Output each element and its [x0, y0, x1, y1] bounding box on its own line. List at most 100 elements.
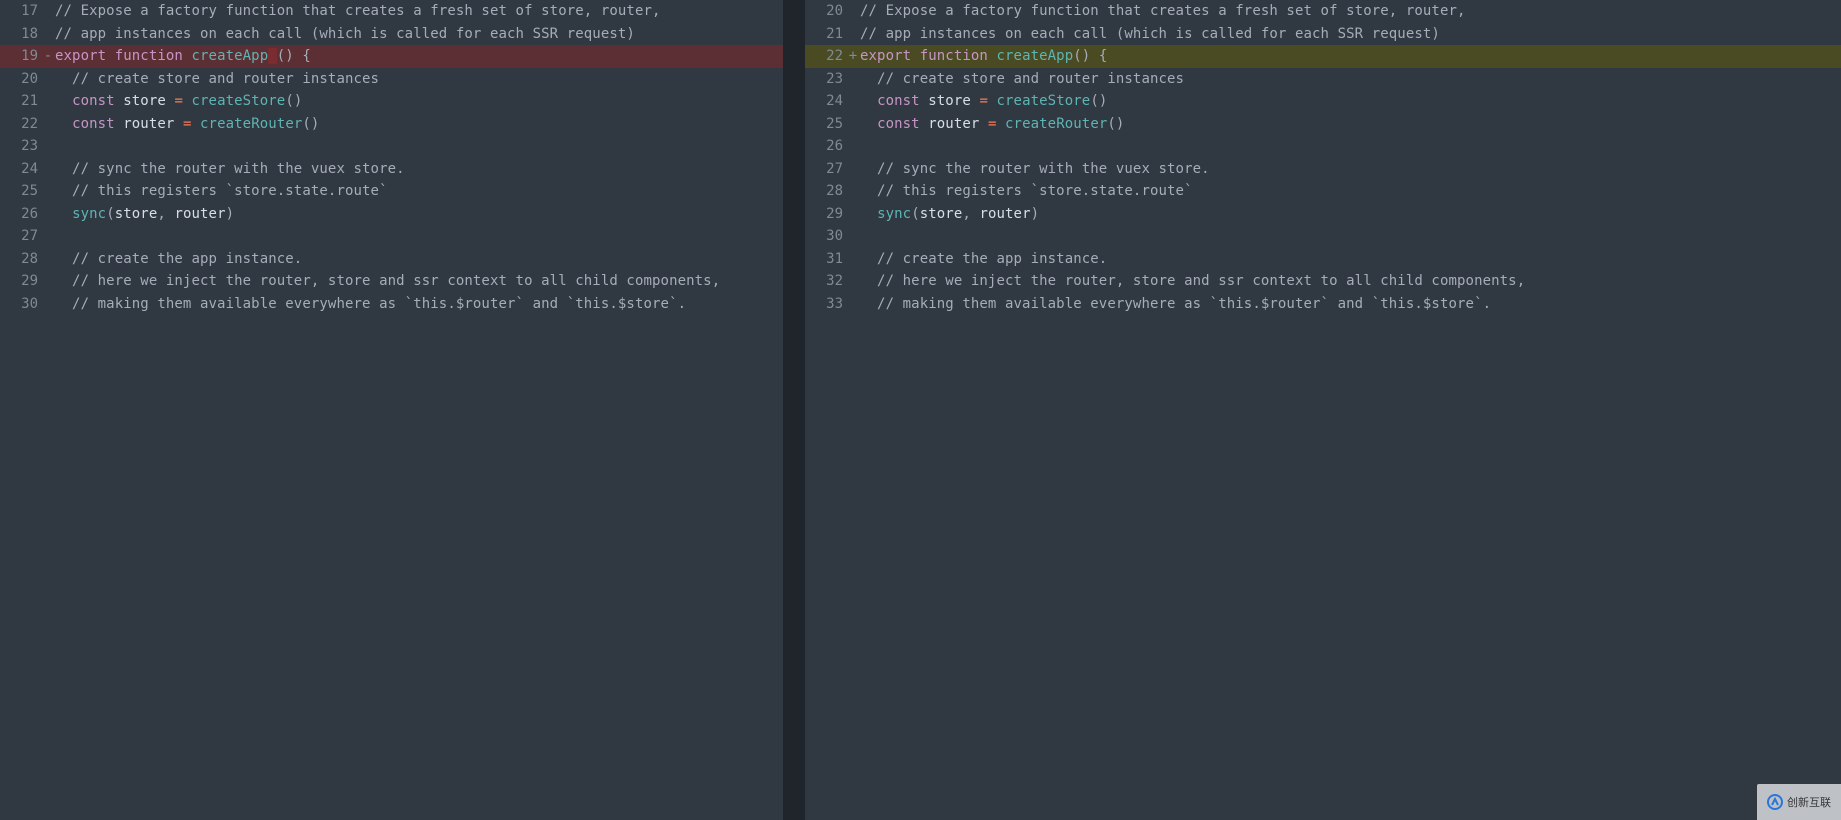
code-row[interactable]: 17 // Expose a factory function that crea… [0, 0, 783, 23]
code-row[interactable]: 26 sync(store, router) [0, 203, 783, 226]
diff-marker [43, 23, 53, 46]
diff-marker [43, 90, 53, 113]
diff-marker [848, 90, 858, 113]
diff-marker [848, 248, 858, 271]
code-row[interactable]: 23 [0, 135, 783, 158]
line-number: 22 [805, 45, 848, 68]
diff-marker [848, 158, 858, 181]
line-number: 25 [0, 180, 43, 203]
line-number: 32 [805, 270, 848, 293]
code-content: sync(store, router) [858, 203, 1841, 226]
diff-marker [43, 248, 53, 271]
diff-marker [43, 68, 53, 91]
code-row[interactable]: 25 // this registers `store.state.route` [0, 180, 783, 203]
code-content: // this registers `store.state.route` [858, 180, 1841, 203]
code-content: // sync the router with the vuex store. [53, 158, 783, 181]
code-row[interactable]: 21// app instances on each call (which i… [805, 23, 1841, 46]
code-content: // Expose a factory function that create… [858, 0, 1841, 23]
code-row[interactable]: 20 // create store and router instances [0, 68, 783, 91]
diff-marker [848, 225, 858, 248]
line-number: 33 [805, 293, 848, 316]
diff-view: 17 // Expose a factory function that crea… [0, 0, 1841, 820]
diff-marker [848, 293, 858, 316]
diff-marker [43, 158, 53, 181]
code-content: // create the app instance. [858, 248, 1841, 271]
code-row[interactable]: 31 // create the app instance. [805, 248, 1841, 271]
code-row[interactable]: 25 const router = createRouter() [805, 113, 1841, 136]
code-row[interactable]: 32 // here we inject the router, store a… [805, 270, 1841, 293]
diff-marker [848, 23, 858, 46]
code-row[interactable]: 33 // making them available everywhere a… [805, 293, 1841, 316]
code-content: // app instances on each call (which is … [858, 23, 1841, 46]
line-number: 19 [0, 45, 43, 68]
code-row[interactable]: 30 // making them available everywhere a… [0, 293, 783, 316]
code-row[interactable]: 23 // create store and router instances [805, 68, 1841, 91]
line-number: 26 [805, 135, 848, 158]
line-number: 27 [805, 158, 848, 181]
diff-pane-right[interactable]: 20 // Expose a factory function that crea… [805, 0, 1841, 820]
watermark-icon [1767, 794, 1783, 810]
code-row[interactable]: 29 // here we inject the router, store a… [0, 270, 783, 293]
line-number: 30 [805, 225, 848, 248]
code-row[interactable]: 27 [0, 225, 783, 248]
pane-divider[interactable] [783, 0, 805, 820]
code-row[interactable]: 19-export function createApp () { [0, 45, 783, 68]
diff-marker [43, 0, 53, 23]
code-content: // here we inject the router, store and … [53, 270, 783, 293]
line-number: 23 [805, 68, 848, 91]
code-content [53, 135, 783, 158]
code-content: // here we inject the router, store and … [858, 270, 1841, 293]
code-content [53, 225, 783, 248]
line-number: 17 [0, 0, 43, 23]
code-row[interactable]: 22 const router = createRouter() [0, 113, 783, 136]
diff-marker [43, 180, 53, 203]
line-number: 18 [0, 23, 43, 46]
code-row[interactable]: 24 const store = createStore() [805, 90, 1841, 113]
code-row[interactable]: 24 // sync the router with the vuex stor… [0, 158, 783, 181]
diff-marker [848, 68, 858, 91]
code-content: const router = createRouter() [858, 113, 1841, 136]
diff-marker [848, 113, 858, 136]
diff-marker [848, 135, 858, 158]
diff-marker [43, 203, 53, 226]
line-number: 20 [805, 0, 848, 23]
diff-marker [848, 203, 858, 226]
code-content: export function createApp () { [53, 45, 783, 68]
code-content [858, 225, 1841, 248]
line-number: 26 [0, 203, 43, 226]
diff-marker [43, 270, 53, 293]
code-row[interactable]: 29 sync(store, router) [805, 203, 1841, 226]
diff-marker [43, 113, 53, 136]
code-row[interactable]: 28 // this registers `store.state.route` [805, 180, 1841, 203]
diff-marker [848, 180, 858, 203]
code-row[interactable]: 26 [805, 135, 1841, 158]
code-content: const store = createStore() [53, 90, 783, 113]
code-content: // making them available everywhere as `… [858, 293, 1841, 316]
code-content: // sync the router with the vuex store. [858, 158, 1841, 181]
code-row[interactable]: 28 // create the app instance. [0, 248, 783, 271]
diff-pane-left[interactable]: 17 // Expose a factory function that crea… [0, 0, 783, 820]
diff-marker [43, 135, 53, 158]
code-content: sync(store, router) [53, 203, 783, 226]
code-row[interactable]: 27 // sync the router with the vuex stor… [805, 158, 1841, 181]
line-number: 29 [805, 203, 848, 226]
code-row[interactable]: 18 // app instances on each call (which i… [0, 23, 783, 46]
watermark-label: 创新互联 [1787, 794, 1831, 810]
code-row[interactable]: 20 // Expose a factory function that crea… [805, 0, 1841, 23]
code-content: // Expose a factory function that create… [53, 0, 783, 23]
line-number: 20 [0, 68, 43, 91]
line-number: 28 [805, 180, 848, 203]
code-row[interactable]: 30 [805, 225, 1841, 248]
line-number: 28 [0, 248, 43, 271]
line-number: 30 [0, 293, 43, 316]
code-content [858, 135, 1841, 158]
code-content: export function createApp() { [858, 45, 1841, 68]
code-content: // app instances on each call (which is … [53, 23, 783, 46]
code-row[interactable]: 22+export function createApp() { [805, 45, 1841, 68]
diff-marker [848, 0, 858, 23]
line-number: 29 [0, 270, 43, 293]
line-number: 31 [805, 248, 848, 271]
code-row[interactable]: 21 const store = createStore() [0, 90, 783, 113]
code-content: // create the app instance. [53, 248, 783, 271]
diff-marker: - [43, 45, 53, 68]
